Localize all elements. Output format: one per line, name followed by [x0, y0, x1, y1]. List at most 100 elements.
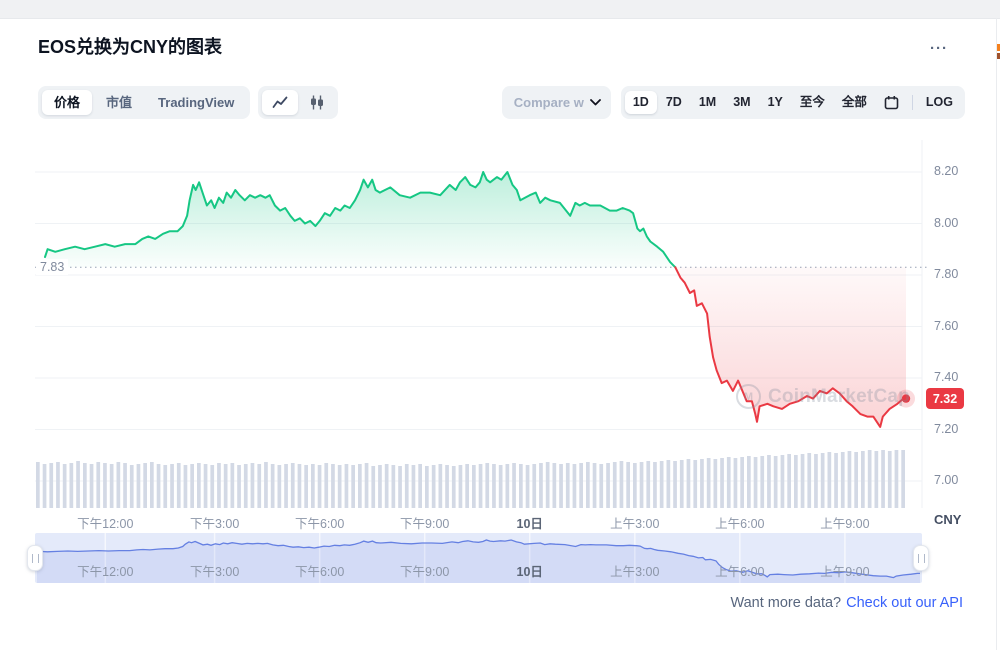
grip-icon: [32, 554, 39, 563]
volume-bar: [801, 454, 805, 508]
volume-bar: [465, 464, 469, 508]
volume-bar: [291, 463, 295, 508]
volume-bar: [512, 463, 516, 508]
range-slider-tick-label: 10日: [517, 561, 543, 580]
volume-bar: [660, 461, 664, 508]
volume-bar: [653, 462, 657, 508]
calendar-button[interactable]: [876, 90, 907, 115]
range-7d[interactable]: 7D: [658, 91, 690, 114]
volume-bar: [854, 452, 858, 508]
tab-tradingview[interactable]: TradingView: [146, 90, 246, 115]
volume-bar: [150, 462, 154, 508]
volume-bar: [244, 464, 248, 508]
volume-bar: [848, 451, 852, 508]
chart-tabs-group: 价格 市值 TradingView: [38, 86, 250, 119]
volume-bar: [888, 451, 892, 508]
volume-bar: [432, 465, 436, 508]
more-options-button[interactable]: ···: [924, 40, 954, 57]
x-tick-label: 下午9:00: [400, 513, 449, 532]
compare-button[interactable]: Compare w: [502, 86, 611, 119]
volume-bar: [251, 463, 255, 508]
price-chart[interactable]: M CoinMarketCap 7.83 8.208.007.807.607.4…: [0, 140, 1000, 512]
chart-range-slider[interactable]: 下午12:00下午3:00下午6:00下午9:0010日上午3:00上午6:00…: [35, 533, 922, 583]
volume-bar: [76, 461, 80, 508]
volume-bar: [814, 454, 818, 508]
range-slider-tick-label: 下午9:00: [400, 561, 449, 580]
volume-bar: [794, 455, 798, 508]
volume-bar: [680, 460, 684, 508]
volume-bar: [593, 463, 597, 508]
range-slider-left-handle[interactable]: [27, 545, 43, 571]
x-tick-label: 下午6:00: [295, 513, 344, 532]
x-tick-label: 10日: [517, 513, 543, 532]
volume-bar: [338, 465, 342, 508]
calendar-icon: [884, 95, 899, 110]
volume-bar: [49, 463, 53, 508]
volume-bar: [841, 452, 845, 508]
volume-bar: [412, 465, 416, 508]
range-1m[interactable]: 1M: [691, 91, 724, 114]
volume-bar: [163, 465, 167, 508]
volume-bar: [573, 464, 577, 508]
volume-bar: [566, 463, 570, 508]
volume-bar: [553, 463, 557, 508]
api-link[interactable]: Check out our API: [846, 595, 963, 611]
volume-bar: [781, 455, 785, 508]
volume-bar: [170, 464, 174, 508]
volume-bar: [137, 464, 141, 508]
range-selector: 1D 7D 1M 3M 1Y 至今 全部 LOG: [621, 86, 965, 119]
range-slider-canvas: [35, 533, 922, 583]
volume-bar: [472, 465, 476, 508]
volume-bar: [371, 466, 375, 508]
volume-bar: [130, 465, 134, 508]
y-tick-label: 7.00: [934, 473, 958, 487]
volume-bar: [271, 464, 275, 508]
volume-bar: [110, 464, 114, 508]
volume-bar: [620, 461, 624, 508]
footer: Want more data? Check out our API: [730, 595, 963, 611]
volume-bar: [331, 464, 335, 508]
volume-bar: [633, 463, 637, 508]
volume-bar: [177, 463, 181, 508]
volume-bar: [828, 452, 832, 508]
y-tick-label: 8.20: [934, 164, 958, 178]
volume-bar: [727, 457, 731, 508]
y-axis-currency-label: CNY: [934, 512, 961, 527]
range-all[interactable]: 全部: [834, 91, 875, 114]
volume-bar: [143, 463, 147, 508]
log-scale-button[interactable]: LOG: [918, 91, 961, 114]
volume-bar: [687, 459, 691, 508]
range-ytd[interactable]: 至今: [792, 91, 833, 114]
page-top-strip: [0, 0, 1000, 19]
volume-bar: [613, 462, 617, 508]
chart-toolbar-left: 价格 市值 TradingView: [38, 86, 338, 119]
compare-label: Compare w: [514, 95, 584, 110]
volume-bar: [217, 463, 221, 508]
volume-bar: [123, 463, 127, 508]
volume-bar: [318, 465, 322, 508]
range-1y[interactable]: 1Y: [760, 91, 791, 114]
tab-marketcap[interactable]: 市值: [94, 90, 144, 115]
footer-text: Want more data?: [730, 595, 841, 611]
page-title: EOS兑换为CNY的图表: [38, 33, 222, 59]
chevron-down-icon: [590, 99, 601, 106]
volume-bar: [579, 463, 583, 508]
volume-bar: [385, 464, 389, 508]
volume-bar: [901, 450, 905, 508]
volume-bar: [821, 453, 825, 508]
volume-bar: [479, 464, 483, 508]
range-3m[interactable]: 3M: [725, 91, 758, 114]
candlestick-chart-type-button[interactable]: [300, 90, 334, 115]
volume-bar: [257, 464, 261, 508]
volume-bar: [734, 458, 738, 508]
volume-bar: [298, 464, 302, 508]
range-1d[interactable]: 1D: [625, 91, 657, 114]
volume-bar: [834, 453, 838, 508]
volume-bar: [224, 464, 228, 508]
chart-toolbar-right: Compare w 1D 7D 1M 3M 1Y 至今 全部 LOG: [502, 86, 965, 119]
volume-bar: [70, 463, 74, 508]
volume-bar: [606, 463, 610, 508]
range-slider-right-handle[interactable]: [913, 545, 929, 571]
line-chart-type-button[interactable]: [262, 90, 298, 115]
tab-price[interactable]: 价格: [42, 90, 92, 115]
